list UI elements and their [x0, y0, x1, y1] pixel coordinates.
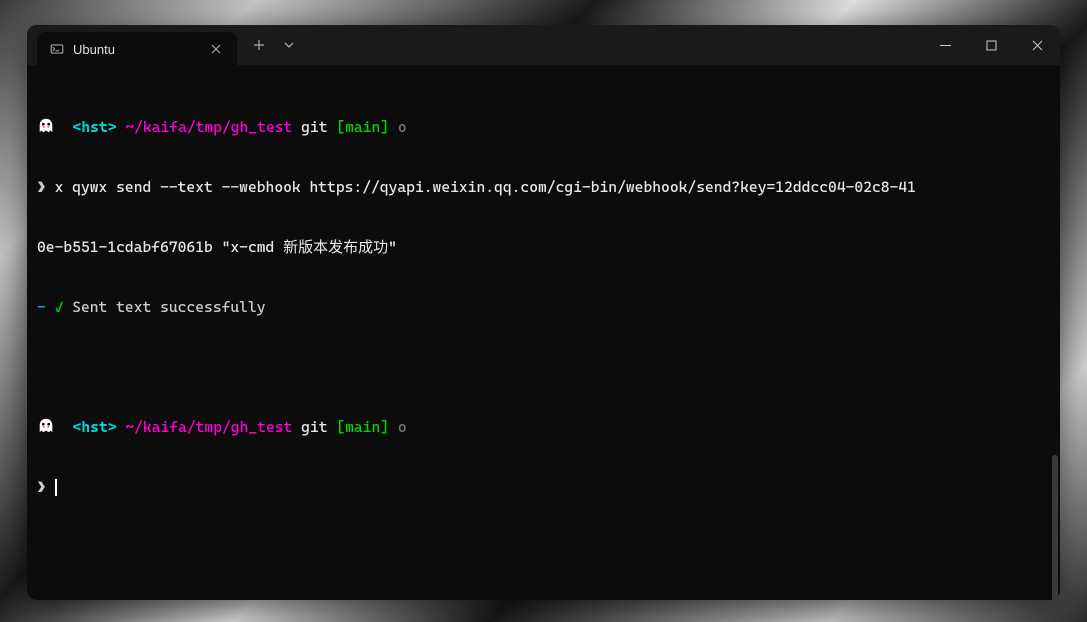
minimize-button[interactable]	[922, 25, 968, 65]
prompt-suffix: o	[398, 118, 407, 136]
prompt-line: <hst> ~/kaifa/tmp/gh_test git [main] o	[37, 117, 1050, 137]
tab-title: Ubuntu	[73, 42, 199, 57]
ubuntu-icon	[49, 41, 65, 57]
tabs-area: Ubuntu	[27, 25, 922, 65]
new-tab-button[interactable]	[243, 29, 275, 61]
result-line: - ✓ Sent text successfully	[37, 297, 1050, 317]
prompt-arrow: ❯	[37, 478, 46, 496]
command-line: ❯ x qywx send --text --webhook https://q…	[37, 177, 1050, 197]
cursor	[55, 479, 57, 496]
prompt-suffix: o	[398, 418, 407, 436]
tab-dropdown-button[interactable]	[275, 29, 303, 61]
prompt-host: <hst>	[73, 118, 117, 136]
prompt-branch: [main]	[336, 118, 389, 136]
prompt-git: git	[301, 418, 327, 436]
command-text-2: 0e-b551-1cdabf67061b "x-cmd 新版本发布成功"	[37, 238, 397, 256]
close-button[interactable]	[1014, 25, 1060, 65]
input-line: ❯	[37, 477, 1050, 497]
check-icon: ✓	[55, 298, 64, 316]
prompt-git: git	[301, 118, 327, 136]
terminal-content[interactable]: <hst> ~/kaifa/tmp/gh_test git [main] o ❯…	[27, 65, 1060, 600]
prompt-branch: [main]	[336, 418, 389, 436]
result-dash: -	[37, 298, 46, 316]
maximize-button[interactable]	[968, 25, 1014, 65]
blank-line	[37, 357, 1050, 377]
tab-ubuntu[interactable]: Ubuntu	[37, 32, 237, 66]
scrollbar[interactable]	[1052, 455, 1058, 600]
titlebar: Ubuntu	[27, 25, 1060, 65]
terminal-window: Ubuntu <hst> ~/kaifa/	[27, 25, 1060, 600]
prompt-path: ~/kaifa/tmp/gh_test	[125, 418, 292, 436]
ghost-icon	[37, 417, 55, 435]
prompt-host: <hst>	[73, 418, 117, 436]
command-text-1: x qywx send --text --webhook https://qya…	[55, 178, 916, 196]
prompt-arrow: ❯	[37, 178, 46, 196]
tab-close-button[interactable]	[207, 40, 225, 58]
prompt-line: <hst> ~/kaifa/tmp/gh_test git [main] o	[37, 417, 1050, 437]
ghost-icon	[37, 117, 55, 135]
result-text: Sent text successfully	[72, 298, 265, 316]
prompt-path: ~/kaifa/tmp/gh_test	[125, 118, 292, 136]
command-line-wrap: 0e-b551-1cdabf67061b "x-cmd 新版本发布成功"	[37, 237, 1050, 257]
window-controls	[922, 25, 1060, 65]
